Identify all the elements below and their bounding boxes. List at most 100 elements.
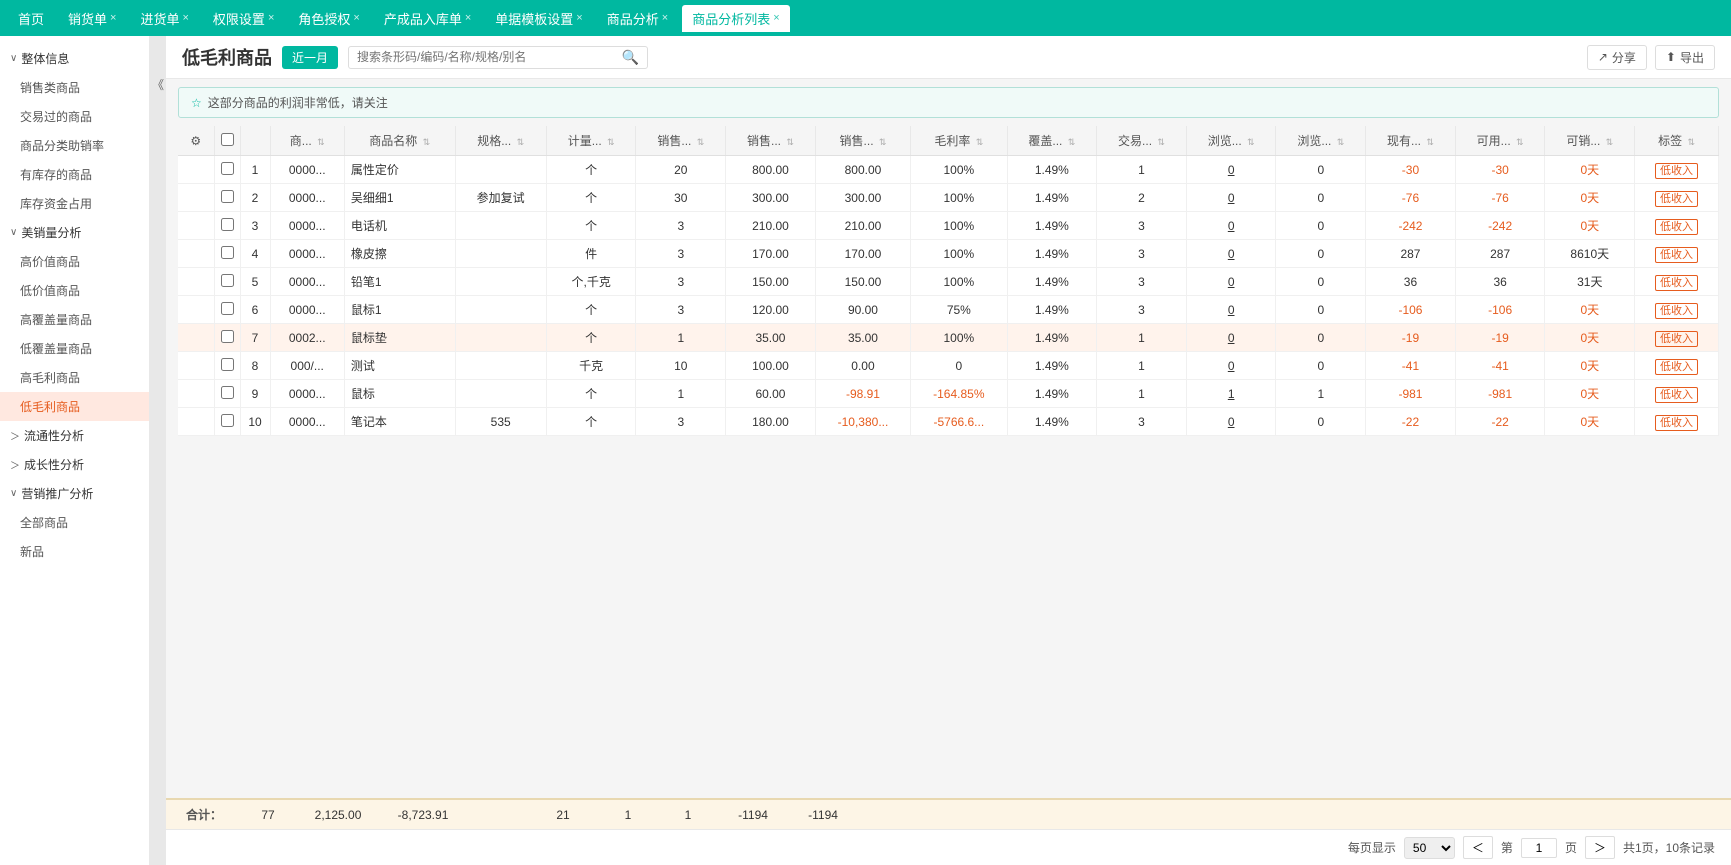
page-size-label: 每页显示 bbox=[1348, 839, 1396, 856]
cell-views1[interactable]: 0 bbox=[1186, 352, 1276, 380]
cell-sales-amt: 180.00 bbox=[726, 408, 816, 436]
col-saleable[interactable]: 可销... ⇅ bbox=[1545, 126, 1635, 156]
cell-views1[interactable]: 0 bbox=[1186, 296, 1276, 324]
sidebar-item-low-margin[interactable]: 低毛利商品 bbox=[0, 392, 149, 421]
col-coverage[interactable]: 覆盖... ⇅ bbox=[1007, 126, 1097, 156]
cell-views1[interactable]: 0 bbox=[1186, 268, 1276, 296]
sidebar-item-in-stock[interactable]: 有库存的商品 bbox=[0, 160, 149, 189]
col-views1[interactable]: 浏览... ⇅ bbox=[1186, 126, 1276, 156]
col-current[interactable]: 现有... ⇅ bbox=[1366, 126, 1456, 156]
prev-page-button[interactable]: ＜ bbox=[1463, 836, 1493, 859]
sidebar-item-category-rate[interactable]: 商品分类助销率 bbox=[0, 131, 149, 160]
search-icon[interactable]: 🔍 bbox=[622, 49, 639, 66]
col-code[interactable]: 商... ⇅ bbox=[270, 126, 344, 156]
nav-close-icon[interactable]: × bbox=[576, 12, 582, 24]
sidebar-item-high-value[interactable]: 高价值商品 bbox=[0, 247, 149, 276]
col-checkbox bbox=[214, 126, 240, 156]
col-tag[interactable]: 标签 ⇅ bbox=[1635, 126, 1719, 156]
sidebar-item-new-products[interactable]: 新品 bbox=[0, 537, 149, 566]
cell-saleable: 0天 bbox=[1545, 156, 1635, 184]
cell-checkbox[interactable] bbox=[214, 268, 240, 296]
cell-checkbox[interactable] bbox=[214, 352, 240, 380]
next-page-button[interactable]: ＞ bbox=[1585, 836, 1615, 859]
sidebar-collapse-button[interactable]: 《 bbox=[150, 36, 166, 865]
sidebar-item-low-coverage[interactable]: 低覆盖量商品 bbox=[0, 334, 149, 363]
cell-checkbox[interactable] bbox=[214, 324, 240, 352]
cell-checkbox[interactable] bbox=[214, 212, 240, 240]
nav-product-analysis[interactable]: 商品分析 × bbox=[597, 5, 678, 32]
row-checkbox[interactable] bbox=[221, 330, 234, 343]
cell-checkbox[interactable] bbox=[214, 408, 240, 436]
nav-close-icon[interactable]: × bbox=[353, 12, 359, 24]
sidebar-item-stock-capital[interactable]: 库存资金占用 bbox=[0, 189, 149, 218]
share-button[interactable]: ↗ 分享 bbox=[1587, 45, 1647, 70]
sidebar-item-low-value[interactable]: 低价值商品 bbox=[0, 276, 149, 305]
page-number-input[interactable] bbox=[1521, 838, 1557, 858]
nav-close-icon[interactable]: × bbox=[662, 12, 668, 24]
export-button[interactable]: ⬆ 导出 bbox=[1655, 45, 1715, 70]
sidebar-group-circulation[interactable]: ＞ 流通性分析 bbox=[0, 421, 149, 450]
nav-close-active-icon[interactable]: × bbox=[773, 12, 779, 24]
nav-template-settings[interactable]: 单据模板设置 × bbox=[485, 5, 592, 32]
nav-close-icon[interactable]: × bbox=[182, 12, 188, 24]
nav-close-icon[interactable]: × bbox=[465, 12, 471, 24]
cell-views1[interactable]: 0 bbox=[1186, 212, 1276, 240]
col-views2[interactable]: 浏览... ⇅ bbox=[1276, 126, 1366, 156]
col-sales-profit[interactable]: 销售... ⇅ bbox=[815, 126, 910, 156]
date-filter-button[interactable]: 近一月 bbox=[282, 46, 338, 69]
sidebar-group-marketing[interactable]: ∨ 营销推广分析 bbox=[0, 479, 149, 508]
nav-product-analysis-list[interactable]: 商品分析列表 × bbox=[682, 5, 789, 32]
nav-permissions[interactable]: 权限设置 × bbox=[203, 5, 284, 32]
sidebar-group-growth[interactable]: ＞ 成长性分析 bbox=[0, 450, 149, 479]
sidebar-group-overall[interactable]: ∨ 整体信息 bbox=[0, 44, 149, 73]
cell-coverage: 1.49% bbox=[1007, 352, 1097, 380]
cell-available: -30 bbox=[1455, 156, 1545, 184]
row-checkbox[interactable] bbox=[221, 274, 234, 287]
col-gross-rate[interactable]: 毛利率 ⇅ bbox=[911, 126, 1007, 156]
page-size-select[interactable]: 50 20 100 bbox=[1404, 837, 1455, 859]
cell-checkbox[interactable] bbox=[214, 296, 240, 324]
col-sales-qty[interactable]: 销售... ⇅ bbox=[636, 126, 726, 156]
col-sales-amt[interactable]: 销售... ⇅ bbox=[726, 126, 816, 156]
row-checkbox[interactable] bbox=[221, 162, 234, 175]
col-trade-count[interactable]: 交易... ⇅ bbox=[1097, 126, 1187, 156]
col-spec[interactable]: 规格... ⇅ bbox=[455, 126, 546, 156]
nav-product-entry[interactable]: 产成品入库单 × bbox=[374, 5, 481, 32]
cell-views1[interactable]: 1 bbox=[1186, 380, 1276, 408]
col-unit[interactable]: 计量... ⇅ bbox=[546, 126, 636, 156]
search-input[interactable] bbox=[357, 50, 622, 64]
nav-purchase-order[interactable]: 进货单 × bbox=[130, 5, 198, 32]
nav-role-auth[interactable]: 角色授权 × bbox=[288, 5, 369, 32]
row-checkbox[interactable] bbox=[221, 358, 234, 371]
col-name[interactable]: 商品名称 ⇅ bbox=[344, 126, 455, 156]
cell-views1[interactable]: 0 bbox=[1186, 156, 1276, 184]
row-checkbox[interactable] bbox=[221, 246, 234, 259]
row-checkbox[interactable] bbox=[221, 190, 234, 203]
col-available[interactable]: 可用... ⇅ bbox=[1455, 126, 1545, 156]
sidebar-item-high-margin[interactable]: 高毛利商品 bbox=[0, 363, 149, 392]
row-checkbox[interactable] bbox=[221, 414, 234, 427]
row-checkbox[interactable] bbox=[221, 386, 234, 399]
nav-home[interactable]: 首页 bbox=[8, 5, 54, 32]
sidebar-group-beauty-sales[interactable]: ∨ 美销量分析 bbox=[0, 218, 149, 247]
cell-checkbox[interactable] bbox=[214, 184, 240, 212]
col-settings[interactable]: ⚙ bbox=[178, 126, 214, 156]
cell-views1[interactable]: 0 bbox=[1186, 324, 1276, 352]
sidebar-item-high-coverage[interactable]: 高覆盖量商品 bbox=[0, 305, 149, 334]
cell-views1[interactable]: 0 bbox=[1186, 408, 1276, 436]
nav-close-icon[interactable]: × bbox=[268, 12, 274, 24]
nav-close-icon[interactable]: × bbox=[110, 12, 116, 24]
cell-views1[interactable]: 0 bbox=[1186, 240, 1276, 268]
select-all-checkbox[interactable] bbox=[221, 133, 234, 146]
nav-sales-order[interactable]: 销货单 × bbox=[58, 5, 126, 32]
pagination-bar: 每页显示 50 20 100 ＜ 第 页 ＞ 共1页，10条记录 bbox=[166, 829, 1731, 865]
cell-checkbox[interactable] bbox=[214, 156, 240, 184]
sidebar-item-sales-products[interactable]: 销售类商品 bbox=[0, 73, 149, 102]
sidebar-item-all-products[interactable]: 全部商品 bbox=[0, 508, 149, 537]
cell-checkbox[interactable] bbox=[214, 240, 240, 268]
cell-views1[interactable]: 0 bbox=[1186, 184, 1276, 212]
sidebar-item-traded-products[interactable]: 交易过的商品 bbox=[0, 102, 149, 131]
cell-checkbox[interactable] bbox=[214, 380, 240, 408]
row-checkbox[interactable] bbox=[221, 218, 234, 231]
row-checkbox[interactable] bbox=[221, 302, 234, 315]
